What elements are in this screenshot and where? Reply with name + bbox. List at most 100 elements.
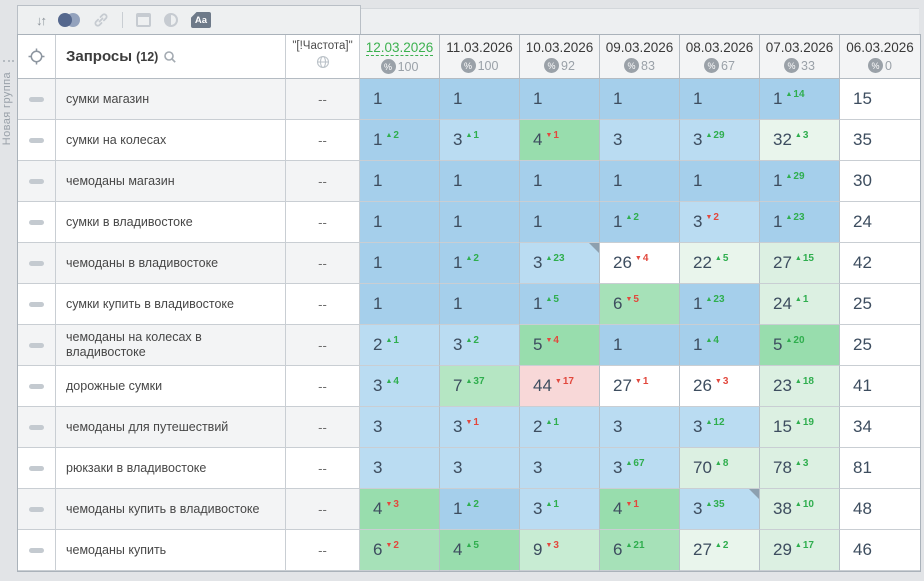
position-cell[interactable]: 4 ▲ 5 xyxy=(440,530,520,571)
position-cell[interactable]: 24 ▲ 1 xyxy=(760,284,840,325)
position-cell[interactable]: 1 ▲ 29 xyxy=(760,161,840,202)
position-cell[interactable]: 4 ▼ 1 xyxy=(600,489,680,530)
target-header-cell[interactable] xyxy=(18,35,56,79)
keyword-cell[interactable]: сумки магазин xyxy=(56,79,286,120)
position-cell[interactable]: 1 ▲ 2 xyxy=(440,489,520,530)
position-cell[interactable]: 1 ▲ 23 xyxy=(680,284,760,325)
position-cell[interactable]: 3 xyxy=(360,407,440,448)
position-cell[interactable]: 3 ▲ 4 xyxy=(360,366,440,407)
keyword-cell[interactable]: чемоданы купить xyxy=(56,530,286,571)
position-cell[interactable]: 6 ▼ 5 xyxy=(600,284,680,325)
position-cell[interactable]: 1 ▲ 2 xyxy=(440,243,520,284)
keyword-cell[interactable]: сумки купить в владивостоке xyxy=(56,284,286,325)
table-view-icon[interactable] xyxy=(136,10,151,30)
position-cell[interactable]: 3 xyxy=(360,448,440,489)
position-cell[interactable]: 44 ▼ 17 xyxy=(520,366,600,407)
position-cell[interactable]: 15 xyxy=(840,79,920,120)
position-cell[interactable]: 25 xyxy=(840,284,920,325)
position-cell[interactable]: 1 xyxy=(360,161,440,202)
date-label[interactable]: 06.03.2026 xyxy=(846,40,914,55)
date-header-cell[interactable]: 06.03.2026% 0 xyxy=(840,35,920,79)
position-cell[interactable]: 3 xyxy=(520,448,600,489)
sort-icon[interactable]: ↓↑ xyxy=(36,10,47,30)
date-header-cell[interactable]: 12.03.2026% 100 xyxy=(360,35,440,79)
position-cell[interactable]: 27 ▼ 1 xyxy=(600,366,680,407)
position-cell[interactable]: 3 ▲ 12 xyxy=(680,407,760,448)
compare-toggle-icon[interactable] xyxy=(58,13,80,27)
position-cell[interactable]: 4 ▼ 1 xyxy=(520,120,600,161)
position-cell[interactable]: 26 ▼ 3 xyxy=(680,366,760,407)
row-drag-handle[interactable] xyxy=(18,202,56,243)
position-cell[interactable]: 3 ▲ 1 xyxy=(520,489,600,530)
keyword-cell[interactable]: чемоданы для путешествий xyxy=(56,407,286,448)
keyword-cell[interactable]: чемоданы магазин xyxy=(56,161,286,202)
row-drag-handle[interactable] xyxy=(18,530,56,571)
date-label[interactable]: 11.03.2026 xyxy=(446,40,513,55)
position-cell[interactable]: 1 xyxy=(360,243,440,284)
row-drag-handle[interactable] xyxy=(18,120,56,161)
row-drag-handle[interactable] xyxy=(18,161,56,202)
position-cell[interactable]: 3 ▲ 1 xyxy=(440,120,520,161)
position-cell[interactable]: 1 xyxy=(520,79,600,120)
position-cell[interactable]: 42 xyxy=(840,243,920,284)
position-cell[interactable]: 41 xyxy=(840,366,920,407)
position-cell[interactable]: 70 ▲ 8 xyxy=(680,448,760,489)
position-cell[interactable]: 15 ▲ 19 xyxy=(760,407,840,448)
position-cell[interactable]: 3 xyxy=(600,120,680,161)
date-label[interactable]: 12.03.2026 xyxy=(365,40,434,56)
date-header-cell[interactable]: 08.03.2026% 67 xyxy=(680,35,760,79)
position-cell[interactable]: 3 xyxy=(440,448,520,489)
link-icon[interactable] xyxy=(93,10,109,30)
position-cell[interactable]: 7 ▲ 37 xyxy=(440,366,520,407)
position-cell[interactable]: 5 ▲ 20 xyxy=(760,325,840,366)
position-cell[interactable]: 22 ▲ 5 xyxy=(680,243,760,284)
position-cell[interactable]: 1 xyxy=(360,284,440,325)
date-header-cell[interactable]: 10.03.2026% 92 xyxy=(520,35,600,79)
position-cell[interactable]: 1 ▲ 14 xyxy=(760,79,840,120)
position-cell[interactable]: 1 xyxy=(600,79,680,120)
frequency-header-cell[interactable]: "[!Частота]" xyxy=(286,35,360,79)
position-cell[interactable]: 1 xyxy=(520,161,600,202)
position-cell[interactable]: 1 ▲ 2 xyxy=(360,120,440,161)
row-drag-handle[interactable] xyxy=(18,284,56,325)
position-cell[interactable]: 1 ▲ 2 xyxy=(600,202,680,243)
row-drag-handle[interactable] xyxy=(18,407,56,448)
position-cell[interactable]: 1 xyxy=(600,325,680,366)
date-label[interactable]: 09.03.2026 xyxy=(606,40,674,55)
position-cell[interactable]: 2 ▲ 1 xyxy=(360,325,440,366)
position-cell[interactable]: 1 xyxy=(600,161,680,202)
position-cell[interactable]: 3 ▼ 2 xyxy=(680,202,760,243)
position-cell[interactable]: 1 xyxy=(360,79,440,120)
keyword-cell[interactable]: чемоданы купить в владивостоке xyxy=(56,489,286,530)
date-header-cell[interactable]: 07.03.2026% 33 xyxy=(760,35,840,79)
position-cell[interactable]: 30 xyxy=(840,161,920,202)
position-cell[interactable]: 3 ▲ 23 xyxy=(520,243,600,284)
keyword-cell[interactable]: сумки на колесах xyxy=(56,120,286,161)
position-cell[interactable]: 27 ▲ 15 xyxy=(760,243,840,284)
position-cell[interactable]: 35 xyxy=(840,120,920,161)
position-cell[interactable]: 1 ▲ 23 xyxy=(760,202,840,243)
position-cell[interactable]: 48 xyxy=(840,489,920,530)
row-drag-handle[interactable] xyxy=(18,79,56,120)
date-label[interactable]: 08.03.2026 xyxy=(686,40,754,55)
position-cell[interactable]: 27 ▲ 2 xyxy=(680,530,760,571)
position-cell[interactable]: 25 xyxy=(840,325,920,366)
group-tab[interactable]: Новая группа xyxy=(1,72,13,145)
position-cell[interactable]: 1 xyxy=(440,79,520,120)
position-cell[interactable]: 1 xyxy=(440,161,520,202)
position-cell[interactable]: 34 xyxy=(840,407,920,448)
keyword-cell[interactable]: сумки в владивостоке xyxy=(56,202,286,243)
position-cell[interactable]: 2 ▲ 1 xyxy=(520,407,600,448)
date-header-cell[interactable]: 09.03.2026% 83 xyxy=(600,35,680,79)
position-cell[interactable]: 4 ▼ 3 xyxy=(360,489,440,530)
position-cell[interactable]: 23 ▲ 18 xyxy=(760,366,840,407)
row-drag-handle[interactable] xyxy=(18,366,56,407)
row-drag-handle[interactable] xyxy=(18,448,56,489)
position-cell[interactable]: 3 ▼ 1 xyxy=(440,407,520,448)
keyword-cell[interactable]: рюкзаки в владивостоке xyxy=(56,448,286,489)
position-cell[interactable]: 46 xyxy=(840,530,920,571)
position-cell[interactable]: 38 ▲ 10 xyxy=(760,489,840,530)
position-cell[interactable]: 6 ▲ 21 xyxy=(600,530,680,571)
position-cell[interactable]: 1 ▲ 4 xyxy=(680,325,760,366)
contrast-icon[interactable] xyxy=(164,10,178,30)
